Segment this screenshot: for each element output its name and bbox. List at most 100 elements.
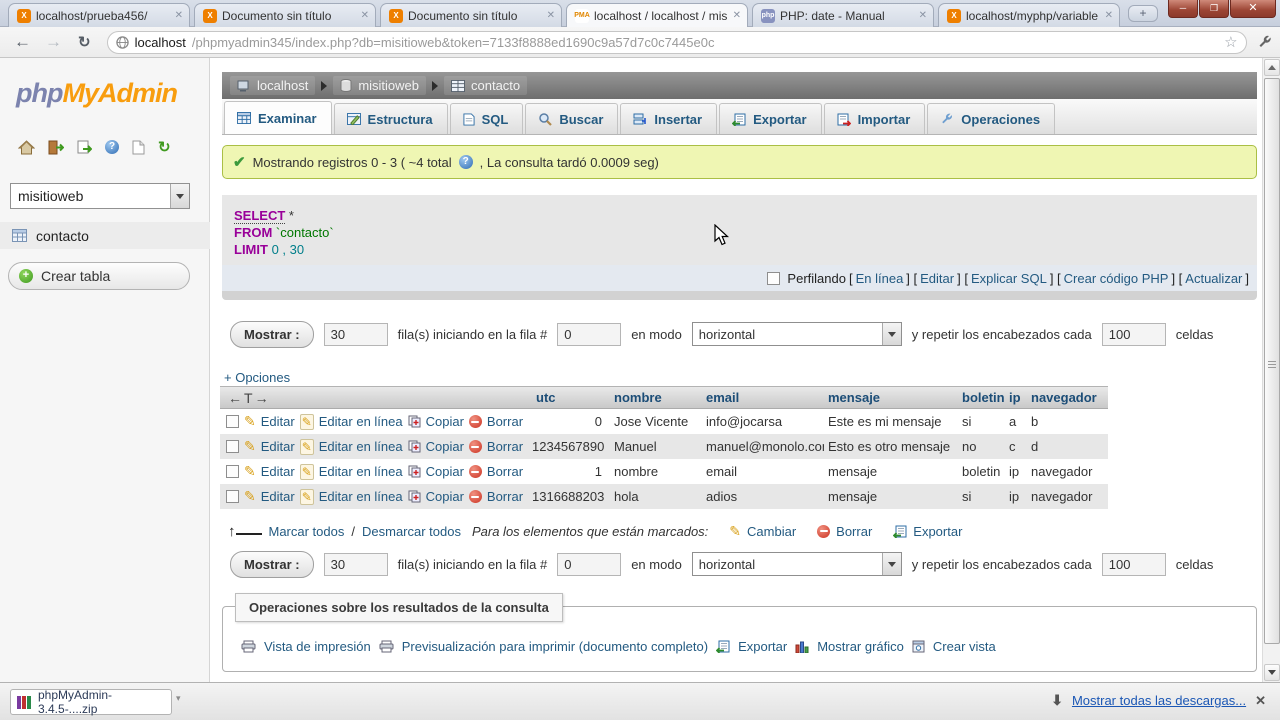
forward-button-icon[interactable]: → [45,32,62,52]
profiling-checkbox[interactable] [767,271,781,285]
tab-close-icon[interactable]: ✕ [547,10,555,21]
tab-close-icon[interactable]: ✕ [1105,10,1113,21]
tab-estructura[interactable]: Estructura [333,103,448,134]
breadcrumb-database[interactable]: misitioweb [333,76,426,95]
show-button[interactable]: Mostrar : [230,320,314,348]
tab-close-icon[interactable]: ✕ [175,10,183,21]
mode-select[interactable]: horizontal [691,322,902,346]
new-tab-button[interactable]: + [1128,5,1158,22]
tab-close-icon[interactable]: ✕ [919,10,927,21]
vertical-scrollbar[interactable] [1262,58,1280,682]
scrollbar-thumb[interactable] [1264,78,1280,644]
tab-exportar[interactable]: Exportar [719,103,822,134]
arrow-left-icon[interactable]: ← [228,390,242,406]
mode-select-arrow[interactable] [881,553,901,575]
tab-examinar[interactable]: Examinar [224,101,332,134]
create-view-link[interactable]: Crear vista [933,639,996,654]
breadcrumb-server[interactable]: localhost [230,76,316,95]
row-checkbox[interactable] [226,490,239,503]
mode-select-arrow[interactable] [881,323,901,345]
bookmark-star-icon[interactable]: ☆ [1224,33,1237,51]
arrow-right-icon[interactable]: → [255,390,269,406]
print-preview-link[interactable]: Previsualización para imprimir (document… [402,639,708,654]
show-button[interactable]: Mostrar : [230,550,314,578]
rows-count-input[interactable] [323,322,388,346]
scroll-up-button[interactable] [1264,59,1280,76]
column-header-mensaje[interactable]: mensaje [824,390,958,405]
show-all-downloads-link[interactable]: Mostrar todas las descargas... [1072,693,1246,708]
edit-link[interactable]: Editar [261,414,295,429]
delete-link[interactable]: Borrar [487,464,523,479]
logout-door-icon[interactable] [48,140,64,155]
inline-link[interactable]: En línea [856,271,904,286]
options-toggle-link[interactable]: + Opciones [224,370,290,385]
close-shelf-icon[interactable]: ✕ [1255,693,1266,709]
browser-tab-3[interactable]: X Documento sin título ✕ [380,3,562,27]
maximize-button[interactable]: ❐ [1199,0,1229,18]
column-header-nombre[interactable]: nombre [610,390,702,405]
delete-selected-link[interactable]: Borrar [836,524,872,539]
tab-close-icon[interactable]: ✕ [361,10,369,21]
delete-link[interactable]: Borrar [487,414,523,429]
close-window-button[interactable]: ✕ [1230,0,1276,18]
inline-edit-link[interactable]: Editar en línea [319,464,403,479]
minimize-button[interactable]: ─ [1168,0,1198,18]
row-checkbox[interactable] [226,415,239,428]
edit-link[interactable]: Editar [261,439,295,454]
database-select[interactable]: misitioweb [10,183,190,209]
breadcrumb-table[interactable]: contacto [444,76,528,95]
browser-tab-active[interactable]: PMA localhost / localhost / mis ✕ [566,3,748,27]
copy-link[interactable]: Copiar [426,414,464,429]
database-select-arrow[interactable] [170,184,189,208]
refresh-link[interactable]: Actualizar [1185,271,1242,286]
print-view-link[interactable]: Vista de impresión [264,639,371,654]
home-icon[interactable] [18,139,35,155]
copy-link[interactable]: Copiar [426,464,464,479]
inline-edit-link[interactable]: Editar en línea [319,414,403,429]
row-checkbox[interactable] [226,440,239,453]
tab-operaciones[interactable]: Operaciones [927,103,1056,134]
copy-link[interactable]: Copiar [426,489,464,504]
query-window-icon[interactable] [77,140,92,155]
help-icon[interactable]: ? [105,140,119,154]
edit-link[interactable]: Editar [261,464,295,479]
mode-select[interactable]: horizontal [691,552,902,576]
uncheck-all-link[interactable]: Desmarcar todos [362,524,461,539]
column-header-email[interactable]: email [702,390,824,405]
vertical-toggle-icon[interactable]: T [244,390,253,406]
browser-tab-6[interactable]: X localhost/myphp/variable ✕ [938,3,1120,27]
help-icon[interactable]: ? [458,155,473,169]
explain-sql-link[interactable]: Explicar SQL [971,271,1047,286]
edit-link[interactable]: Editar [261,489,295,504]
repeat-headers-input[interactable] [1101,552,1166,576]
address-bar[interactable]: localhost/phpmyadmin345/index.php?db=mis… [106,30,1247,54]
start-row-input[interactable] [557,322,622,346]
tab-close-icon[interactable]: ✕ [733,10,741,21]
change-selected-link[interactable]: Cambiar [747,524,796,539]
browser-tab-2[interactable]: X Documento sin título ✕ [194,3,376,27]
show-chart-link[interactable]: Mostrar gráfico [817,639,904,654]
create-table-button[interactable]: + Crear tabla [8,262,190,290]
delete-link[interactable]: Borrar [487,489,523,504]
delete-link[interactable]: Borrar [487,439,523,454]
browser-tab-1[interactable]: X localhost/prueba456/ ✕ [8,3,190,27]
tab-insertar[interactable]: Insertar [620,103,718,134]
scroll-down-button[interactable] [1264,664,1280,681]
check-all-link[interactable]: Marcar todos [269,524,345,539]
row-checkbox[interactable] [226,465,239,478]
reload-button-icon[interactable]: ↻ [78,33,91,51]
inline-edit-link[interactable]: Editar en línea [319,489,403,504]
column-header-utc[interactable]: utc [532,390,610,405]
rows-count-input[interactable] [323,552,388,576]
docs-page-icon[interactable] [132,140,145,155]
sidebar-table-contacto[interactable]: contacto [0,222,210,249]
settings-wrench-icon[interactable] [1257,34,1273,50]
refresh-icon[interactable]: ↻ [158,138,171,156]
start-row-input[interactable] [557,552,622,576]
repeat-headers-input[interactable] [1101,322,1166,346]
back-button-icon[interactable]: ← [14,32,31,52]
column-header-ip[interactable]: ip [1005,390,1027,405]
browser-tab-5[interactable]: php PHP: date - Manual ✕ [752,3,934,27]
download-item-caret-icon[interactable]: ▾ [176,693,181,704]
edit-query-link[interactable]: Editar [920,271,954,286]
